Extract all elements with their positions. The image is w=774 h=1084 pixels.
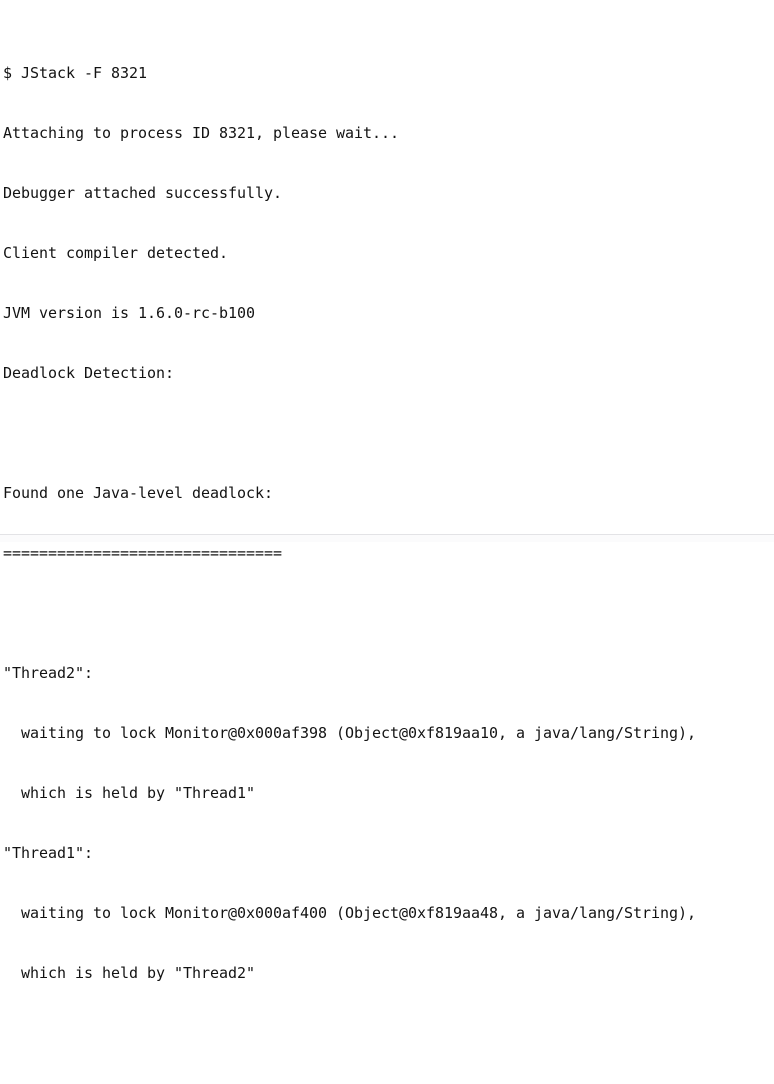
terminal-line-blank-1 (3, 423, 774, 443)
terminal-line-command: $ JStack -F 8321 (3, 64, 148, 82)
terminal-line-compiler-detected: Client compiler detected. (3, 244, 229, 262)
terminal-line-separator-rule: =============================== (3, 544, 283, 562)
terminal-line-debugger-attached: Debugger attached successfully. (3, 184, 283, 202)
terminal-line-thread2-label: "Thread2": (3, 664, 94, 682)
window-bottom-fill (0, 535, 774, 542)
terminal-line-thread2-heldby: which is held by "Thread1" (3, 784, 256, 802)
terminal-line-attaching: Attaching to process ID 8321, please wai… (3, 124, 400, 142)
terminal-line-deadlock-detection-header: Deadlock Detection: (3, 364, 175, 382)
terminal-line-blank-2 (3, 603, 774, 623)
terminal-line-jvm-version: JVM version is 1.6.0-rc-b100 (3, 304, 256, 322)
terminal-line-thread1-waiting: waiting to lock Monitor@0x000af400 (Obje… (3, 904, 697, 922)
terminal-line-thread1-heldby: which is held by "Thread2" (3, 964, 256, 982)
terminal-window: $ JStack -F 8321 Attaching to process ID… (0, 0, 774, 982)
terminal-line-found-deadlock: Found one Java-level deadlock: (3, 484, 274, 502)
terminal-line-deadlock-total: Found a total of 1 deadlock. (3, 1083, 774, 1084)
terminal-line-blank-3 (3, 1023, 774, 1043)
terminal-line-thread1-label: "Thread1": (3, 844, 94, 862)
terminal-output-region[interactable]: $ JStack -F 8321 Attaching to process ID… (0, 0, 774, 1084)
terminal-line-thread2-waiting: waiting to lock Monitor@0x000af398 (Obje… (3, 724, 697, 742)
window-bottom-border (0, 534, 774, 535)
